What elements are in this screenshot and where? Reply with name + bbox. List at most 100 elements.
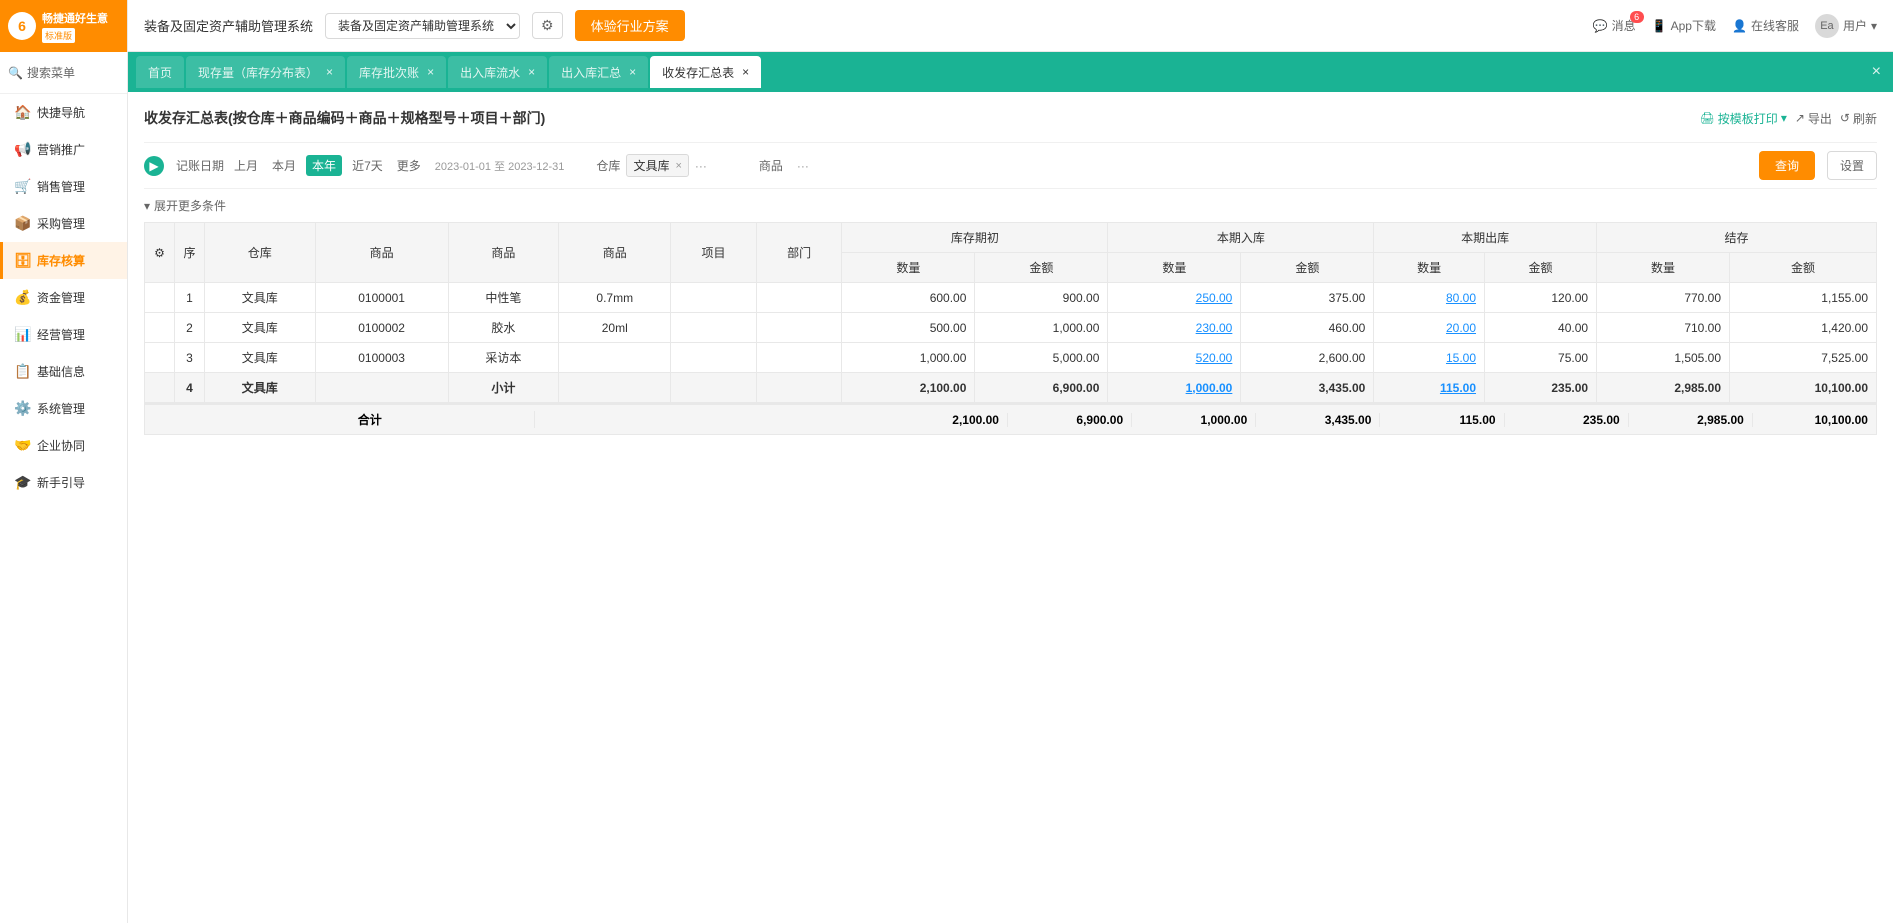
online-service-button[interactable]: 👤 在线客服: [1732, 17, 1799, 34]
sidebar-item-marketing[interactable]: 📢 营销推广: [0, 131, 127, 168]
subtotal-in-qty[interactable]: 1,000.00: [1108, 373, 1241, 403]
app-badge: 标准版: [42, 28, 75, 43]
row2-department: [756, 313, 842, 343]
sidebar-item-operations[interactable]: 📊 经营管理: [0, 316, 127, 353]
sidebar-item-system[interactable]: ⚙️ 系统管理: [0, 390, 127, 427]
search-icon: 🔍: [8, 66, 23, 80]
col-in-amt-header: 金额: [1241, 253, 1374, 283]
row3-project: [671, 343, 757, 373]
row1-warehouse: 文具库: [205, 283, 316, 313]
message-button[interactable]: 💬 消息 6: [1593, 17, 1636, 34]
row3-open-qty: 1,000.00: [842, 343, 975, 373]
total-open-qty: 2,100.00: [884, 413, 1008, 427]
warehouse-tag-value: 文具库: [633, 157, 669, 174]
sidebar: 6 畅捷通好生意 标准版 🔍 搜索菜单 🏠 快捷导航 📢 营销推广 🛒 销售管理…: [0, 0, 128, 923]
search-menu-button[interactable]: 🔍 搜索菜单: [8, 60, 119, 85]
column-settings-button[interactable]: 设置: [1827, 151, 1877, 180]
tab-home[interactable]: 首页: [136, 56, 184, 88]
row3-open-amt: 5,000.00: [975, 343, 1108, 373]
print-icon: 🖨: [1700, 111, 1715, 125]
tab-in-out-flow[interactable]: 出入库流水 ×: [448, 56, 547, 88]
sales-icon: 🛒: [15, 179, 31, 195]
subtotal-open-qty: 2,100.00: [842, 373, 975, 403]
tab-in-out-summary[interactable]: 出入库汇总 ×: [549, 56, 648, 88]
tab-recv-send-summary-close[interactable]: ×: [738, 66, 749, 78]
goods-filter-more[interactable]: ···: [797, 159, 809, 173]
page-content: 收发存汇总表(按仓库＋商品编码＋商品＋规格型号＋项目＋部门) 🖨 按模板打印 ▾…: [128, 92, 1893, 923]
date-btn-7days[interactable]: 近7天: [348, 155, 387, 176]
sidebar-item-label: 企业协同: [37, 437, 85, 454]
col-project-header: 项目: [671, 223, 757, 283]
print-button[interactable]: 🖨 按模板打印 ▾: [1700, 110, 1787, 127]
sidebar-item-label: 资金管理: [37, 289, 85, 306]
tab-recv-send-summary[interactable]: 收发存汇总表 ×: [650, 56, 761, 88]
system-selector[interactable]: 装备及固定资产辅助管理系统: [325, 13, 520, 39]
download-icon: 📱: [1652, 19, 1667, 33]
row3-out-qty[interactable]: 15.00: [1374, 343, 1485, 373]
table-row: 3 文具库 0100003 采访本 1,000.00 5,000.00 520.…: [145, 343, 1877, 373]
refresh-button[interactable]: ↺ 刷新: [1840, 110, 1877, 127]
tab-inventory-dist[interactable]: 现存量（库存分布表） ×: [186, 56, 345, 88]
subtotal-out-qty[interactable]: 115.00: [1374, 373, 1485, 403]
sidebar-item-finance[interactable]: 💰 资金管理: [0, 279, 127, 316]
sidebar-item-basic-info[interactable]: 📋 基础信息: [0, 353, 127, 390]
row3-goods-code: 0100003: [315, 343, 448, 373]
sidebar-item-label: 销售管理: [37, 178, 85, 195]
row2-out-qty[interactable]: 20.00: [1374, 313, 1485, 343]
trial-button[interactable]: 体验行业方案: [575, 10, 685, 41]
chevron-down-icon: ▾: [1871, 19, 1877, 33]
tab-batch-account-close[interactable]: ×: [423, 66, 434, 78]
sidebar-item-purchase[interactable]: 📦 采购管理: [0, 205, 127, 242]
page-title-row: 收发存汇总表(按仓库＋商品编码＋商品＋规格型号＋项目＋部门) 🖨 按模板打印 ▾…: [144, 108, 1877, 128]
col-opening-header: 库存期初: [842, 223, 1108, 253]
sidebar-item-guide[interactable]: 🎓 新手引导: [0, 464, 127, 501]
sidebar-item-label: 经营管理: [37, 326, 85, 343]
filter-collapse-button[interactable]: ▶: [144, 156, 164, 176]
tab-in-out-summary-close[interactable]: ×: [625, 66, 636, 78]
subtotal-open-amt: 6,900.00: [975, 373, 1108, 403]
tab-inventory-dist-label: 现存量（库存分布表）: [198, 64, 318, 81]
sidebar-item-sales[interactable]: 🛒 销售管理: [0, 168, 127, 205]
subtotal-no: 4: [175, 373, 205, 403]
date-btn-last-month[interactable]: 上月: [230, 155, 262, 176]
row2-goods-spec: 20ml: [559, 313, 671, 343]
settings-gear-button[interactable]: ⚙: [532, 12, 563, 39]
tab-in-out-flow-close[interactable]: ×: [524, 66, 535, 78]
row1-in-qty[interactable]: 250.00: [1108, 283, 1241, 313]
expand-label: 展开更多条件: [154, 197, 226, 214]
total-in-qty: 1,000.00: [1132, 413, 1256, 427]
sidebar-item-label: 新手引导: [37, 474, 85, 491]
subtotal-in-amt: 3,435.00: [1241, 373, 1374, 403]
row1-out-qty[interactable]: 80.00: [1374, 283, 1485, 313]
total-out-qty: 115.00: [1380, 413, 1504, 427]
close-all-tabs-button[interactable]: ×: [1868, 59, 1885, 85]
row3-in-qty[interactable]: 520.00: [1108, 343, 1241, 373]
warehouse-tag-close[interactable]: ×: [673, 160, 681, 172]
query-button[interactable]: 查询: [1759, 151, 1815, 180]
row2-settings: [145, 313, 175, 343]
col-settings-header: ⚙: [145, 223, 175, 283]
app-download-label: App下载: [1671, 17, 1716, 34]
sidebar-item-label: 系统管理: [37, 400, 85, 417]
sidebar-item-enterprise[interactable]: 🤝 企业协同: [0, 427, 127, 464]
tab-batch-account[interactable]: 库存批次账 ×: [347, 56, 446, 88]
sidebar-search-area[interactable]: 🔍 搜索菜单: [0, 52, 127, 94]
tab-inventory-dist-close[interactable]: ×: [322, 66, 333, 78]
user-menu-button[interactable]: Ea 用户 ▾: [1815, 14, 1877, 38]
sidebar-item-inventory[interactable]: 🗄 库存核算: [0, 242, 127, 279]
app-download-button[interactable]: 📱 App下载: [1652, 17, 1716, 34]
sidebar-item-quick-nav[interactable]: 🏠 快捷导航: [0, 94, 127, 131]
export-button[interactable]: ↗ 导出: [1795, 110, 1832, 127]
message-badge: 6: [1630, 11, 1644, 23]
date-btn-this-year[interactable]: 本年: [306, 155, 342, 176]
date-btn-this-month[interactable]: 本月: [268, 155, 300, 176]
expand-conditions-button[interactable]: ▾ 展开更多条件: [144, 197, 226, 214]
subtotal-row: 4 文具库 小计 2,100.00 6,900.00 1,000.00 3,43…: [145, 373, 1877, 403]
date-btn-more[interactable]: 更多: [393, 155, 425, 176]
row2-in-qty[interactable]: 230.00: [1108, 313, 1241, 343]
warehouse-filter-more[interactable]: ···: [695, 159, 707, 173]
header-right: 💬 消息 6 📱 App下载 👤 在线客服 Ea 用户 ▾: [1593, 14, 1877, 38]
row2-in-amt: 460.00: [1241, 313, 1374, 343]
col-open-qty-header: 数量: [842, 253, 975, 283]
system-title: 装备及固定资产辅助管理系统: [144, 16, 313, 35]
